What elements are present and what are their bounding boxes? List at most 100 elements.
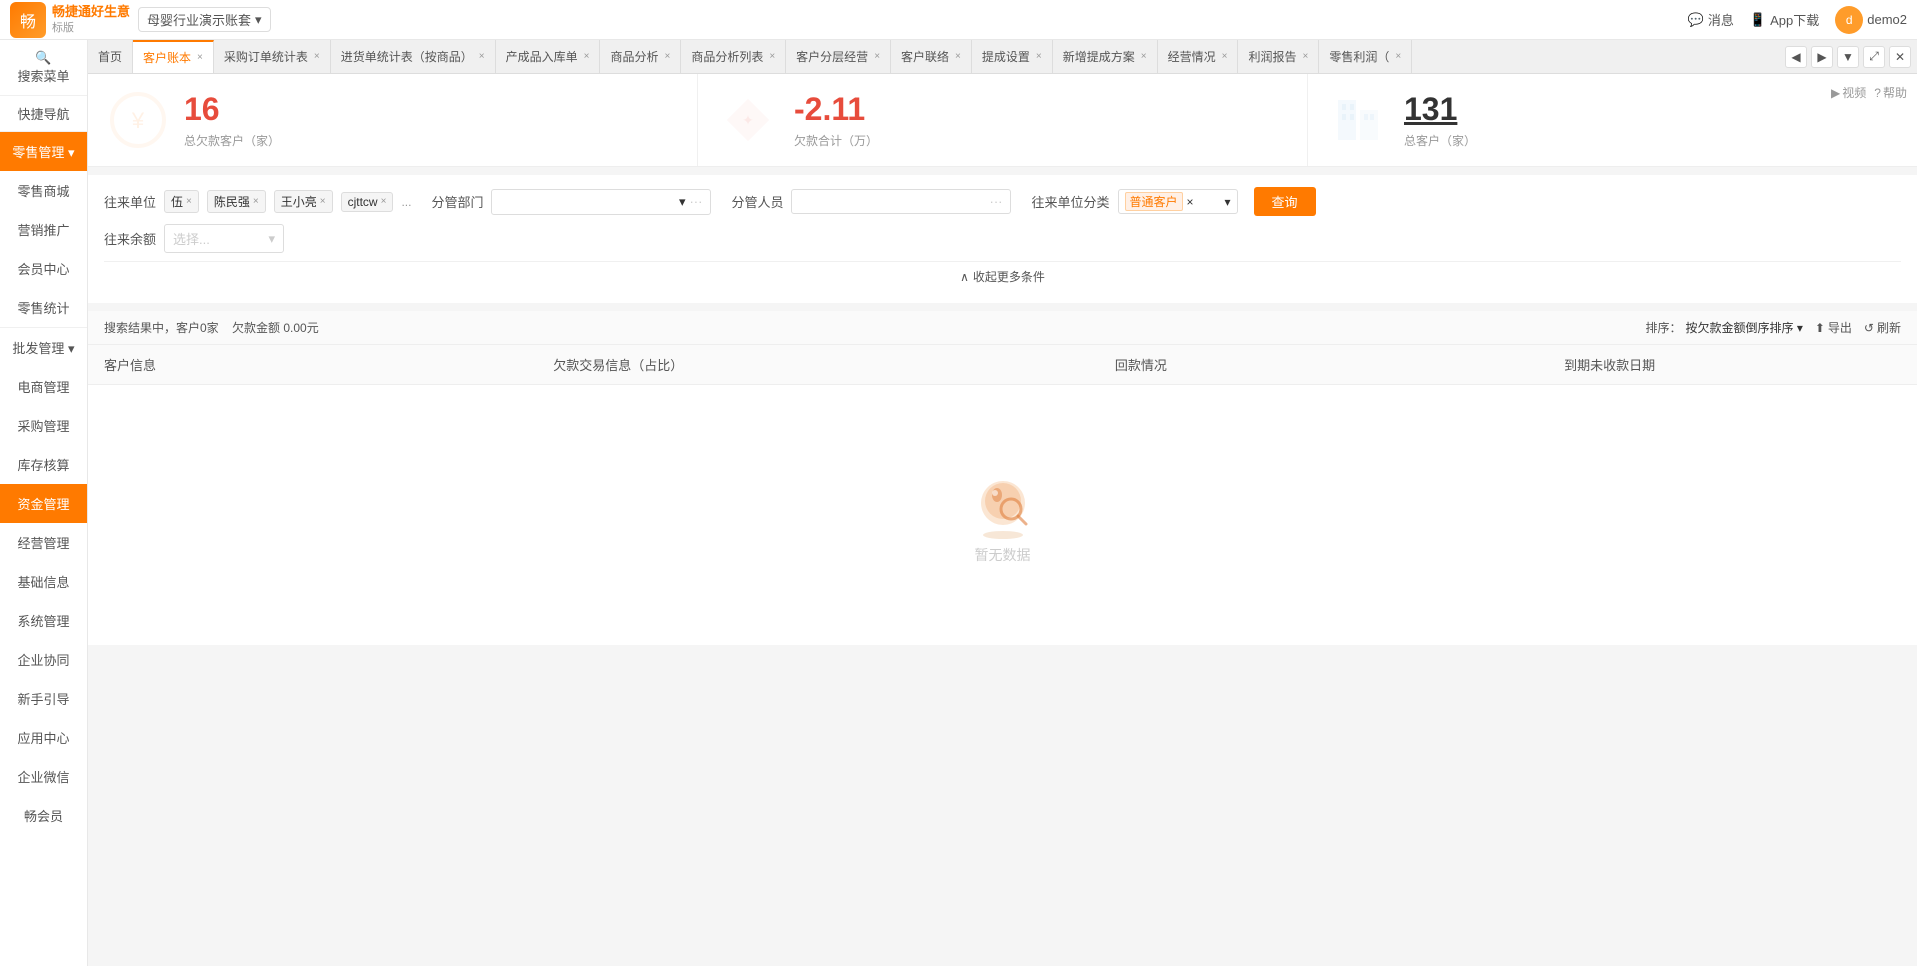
sidebar-item-operation[interactable]: 经营管理 xyxy=(0,523,87,562)
stat-total-customers: 131 总客户（家） ▶ 视频 ? 帮助 xyxy=(1308,74,1917,166)
video-help-button[interactable]: ▶ 视频 xyxy=(1831,84,1866,101)
top-bar: 畅 畅捷通好生意 标版 母婴行业演示账套 ▾ 💬 消息 📱 App下载 d de… xyxy=(0,0,1917,40)
tab-close-product-list[interactable]: × xyxy=(769,51,775,62)
sidebar-item-enterprise-wechat[interactable]: 企业微信 xyxy=(0,757,87,796)
filter-tag-unit1[interactable]: 伍 × xyxy=(164,190,199,213)
tab-close-purchase-order[interactable]: × xyxy=(314,51,320,62)
svg-text:✦: ✦ xyxy=(742,112,754,128)
sidebar-item-ecommerce[interactable]: 电商管理 xyxy=(0,367,87,406)
stat-info-debt: -2.11 欠款合计（万） xyxy=(794,91,878,149)
sidebar-item-vip[interactable]: 畅会员 xyxy=(0,796,87,835)
tab-operation-status[interactable]: 经营情况 × xyxy=(1158,40,1239,74)
remove-class-tag[interactable]: × xyxy=(1187,195,1194,209)
remove-tag-unit4[interactable]: × xyxy=(381,196,387,207)
stat-info-debtors: 16 总欠款客户（家） xyxy=(184,91,280,149)
sidebar-item-app-center[interactable]: 应用中心 xyxy=(0,718,87,757)
search-icon: 🔍 xyxy=(35,50,51,65)
tab-menu-button[interactable]: ▼ xyxy=(1837,46,1859,68)
chevron-up-icon: ∧ xyxy=(960,270,969,284)
sidebar-item-wholesale[interactable]: 批发管理 ▾ xyxy=(0,328,87,367)
tab-customer-book[interactable]: 客户账本 × xyxy=(133,40,214,74)
industry-selector[interactable]: 母婴行业演示账套 ▾ xyxy=(138,7,271,32)
clear-dept-icon[interactable]: ··· xyxy=(689,194,702,209)
filter-row-1: 往来单位 伍 × 陈民强 × 王小亮 × cjttcw xyxy=(104,187,1901,216)
sidebar-item-system[interactable]: 系统管理 xyxy=(0,601,87,640)
tab-home[interactable]: 首页 xyxy=(88,40,133,74)
tab-purchase-order[interactable]: 采购订单统计表 × xyxy=(214,40,331,74)
export-icon: ⬆ xyxy=(1815,321,1825,335)
sidebar-item-retail-mall[interactable]: 零售商城 xyxy=(0,171,87,210)
more-tags-button[interactable]: ... xyxy=(401,195,411,209)
export-button[interactable]: ⬆ 导出 xyxy=(1815,319,1852,336)
tab-close-product-analysis[interactable]: × xyxy=(664,51,670,62)
tab-close-instock[interactable]: × xyxy=(479,51,485,62)
main-layout: 🔍 搜索菜单 快捷导航 零售管理 ▾ 零售商城 营销推广 会员中心 零售统计 批… xyxy=(0,40,1917,966)
app-download-button[interactable]: 📱 App下载 xyxy=(1750,10,1819,29)
help-button[interactable]: ? 帮助 xyxy=(1874,84,1907,101)
collapse-button[interactable]: ∧ 收起更多条件 xyxy=(954,262,1051,291)
tab-profit-report[interactable]: 利润报告 × xyxy=(1238,40,1319,74)
tab-close-proposal[interactable]: × xyxy=(1036,51,1042,62)
quick-nav-button[interactable]: 快捷导航 xyxy=(0,96,87,132)
chevron-down-icon: ▾ xyxy=(255,12,262,28)
sidebar-item-inventory[interactable]: 库存核算 xyxy=(0,445,87,484)
tab-close-contact[interactable]: × xyxy=(955,51,961,62)
messages-button[interactable]: 💬 消息 xyxy=(1688,10,1734,29)
tab-customer-contact[interactable]: 客户联络 × xyxy=(891,40,972,74)
sidebar-search[interactable]: 🔍 搜索菜单 xyxy=(0,40,87,96)
dept-select[interactable]: ▾ ··· xyxy=(491,189,711,215)
sidebar: 🔍 搜索菜单 快捷导航 零售管理 ▾ 零售商城 营销推广 会员中心 零售统计 批… xyxy=(0,40,88,966)
result-actions: 排序： 按欠款金额倒序排序 ▾ ⬆ 导出 ↺ 刷新 xyxy=(1645,319,1901,336)
person-select[interactable]: ··· xyxy=(791,189,1011,214)
sidebar-item-finance[interactable]: 资金管理 xyxy=(0,484,87,523)
remove-tag-unit1[interactable]: × xyxy=(186,196,192,207)
query-button[interactable]: 查询 xyxy=(1254,187,1316,216)
sort-selector[interactable]: 按欠款金额倒序排序 ▾ xyxy=(1685,319,1802,336)
chevron-class-icon: ▾ xyxy=(1224,195,1230,209)
sidebar-item-basic-info[interactable]: 基础信息 xyxy=(0,562,87,601)
tab-product-instock[interactable]: 产成品入库单 × xyxy=(496,40,601,74)
remove-tag-unit3[interactable]: × xyxy=(320,196,326,207)
tab-close-segment[interactable]: × xyxy=(874,51,880,62)
stat-info-customers: 131 总客户（家） xyxy=(1404,91,1476,149)
user-menu[interactable]: d demo2 xyxy=(1835,6,1907,34)
tab-close-retail[interactable]: × xyxy=(1395,51,1401,62)
stat-label-customers: 总客户（家） xyxy=(1404,132,1476,149)
tab-instock-stats[interactable]: 进货单统计表（按商品） × xyxy=(331,40,496,74)
tab-prev-button[interactable]: ◀ xyxy=(1785,46,1807,68)
tab-customer-segment[interactable]: 客户分层经营 × xyxy=(786,40,891,74)
clear-person-icon[interactable]: ··· xyxy=(989,194,1002,209)
filter-tag-unit3[interactable]: 王小亮 × xyxy=(274,190,333,213)
message-icon: 💬 xyxy=(1688,12,1704,28)
tab-close-product-instock[interactable]: × xyxy=(584,51,590,62)
refresh-button[interactable]: ↺ 刷新 xyxy=(1864,319,1901,336)
filter-tag-unit2[interactable]: 陈民强 × xyxy=(207,190,266,213)
tab-close-new-proposal[interactable]: × xyxy=(1141,51,1147,62)
th-customer-info: 客户信息 xyxy=(104,355,553,374)
tab-fullscreen-button[interactable]: ⤢ xyxy=(1863,46,1885,68)
sidebar-item-purchase[interactable]: 采购管理 xyxy=(0,406,87,445)
filter-tag-unit4[interactable]: cjttcw × xyxy=(341,192,394,212)
tab-next-button[interactable]: ▶ xyxy=(1811,46,1833,68)
remove-tag-unit2[interactable]: × xyxy=(253,196,259,207)
sidebar-item-membership[interactable]: 会员中心 xyxy=(0,249,87,288)
tab-close-all-button[interactable]: ✕ xyxy=(1889,46,1911,68)
sidebar-item-enterprise[interactable]: 企业协同 xyxy=(0,640,87,679)
stat-label-debtors: 总欠款客户（家） xyxy=(184,132,280,149)
tab-close-operation[interactable]: × xyxy=(1222,51,1228,62)
sidebar-item-retail-stats[interactable]: 零售统计 xyxy=(0,288,87,327)
balance-select[interactable]: 选择... ▾ xyxy=(164,224,284,253)
empty-text: 暂无数据 xyxy=(975,545,1031,565)
sidebar-item-newbie[interactable]: 新手引导 xyxy=(0,679,87,718)
tab-close-customer-book[interactable]: × xyxy=(197,52,203,63)
tab-proposal-settings[interactable]: 提成设置 × xyxy=(972,40,1053,74)
tab-product-analysis[interactable]: 商品分析 × xyxy=(600,40,681,74)
unit-class-select[interactable]: 普通客户 × ▾ xyxy=(1118,189,1238,214)
tab-new-proposal[interactable]: 新增提成方案 × xyxy=(1053,40,1158,74)
tab-close-profit[interactable]: × xyxy=(1302,51,1308,62)
stat-help-buttons: ▶ 视频 ? 帮助 xyxy=(1831,84,1907,101)
tab-product-analysis-list[interactable]: 商品分析列表 × xyxy=(681,40,786,74)
sidebar-item-retail-mgmt[interactable]: 零售管理 ▾ xyxy=(0,132,87,171)
sidebar-item-marketing[interactable]: 营销推广 xyxy=(0,210,87,249)
tab-retail-profit[interactable]: 零售利润（ × xyxy=(1319,40,1412,74)
